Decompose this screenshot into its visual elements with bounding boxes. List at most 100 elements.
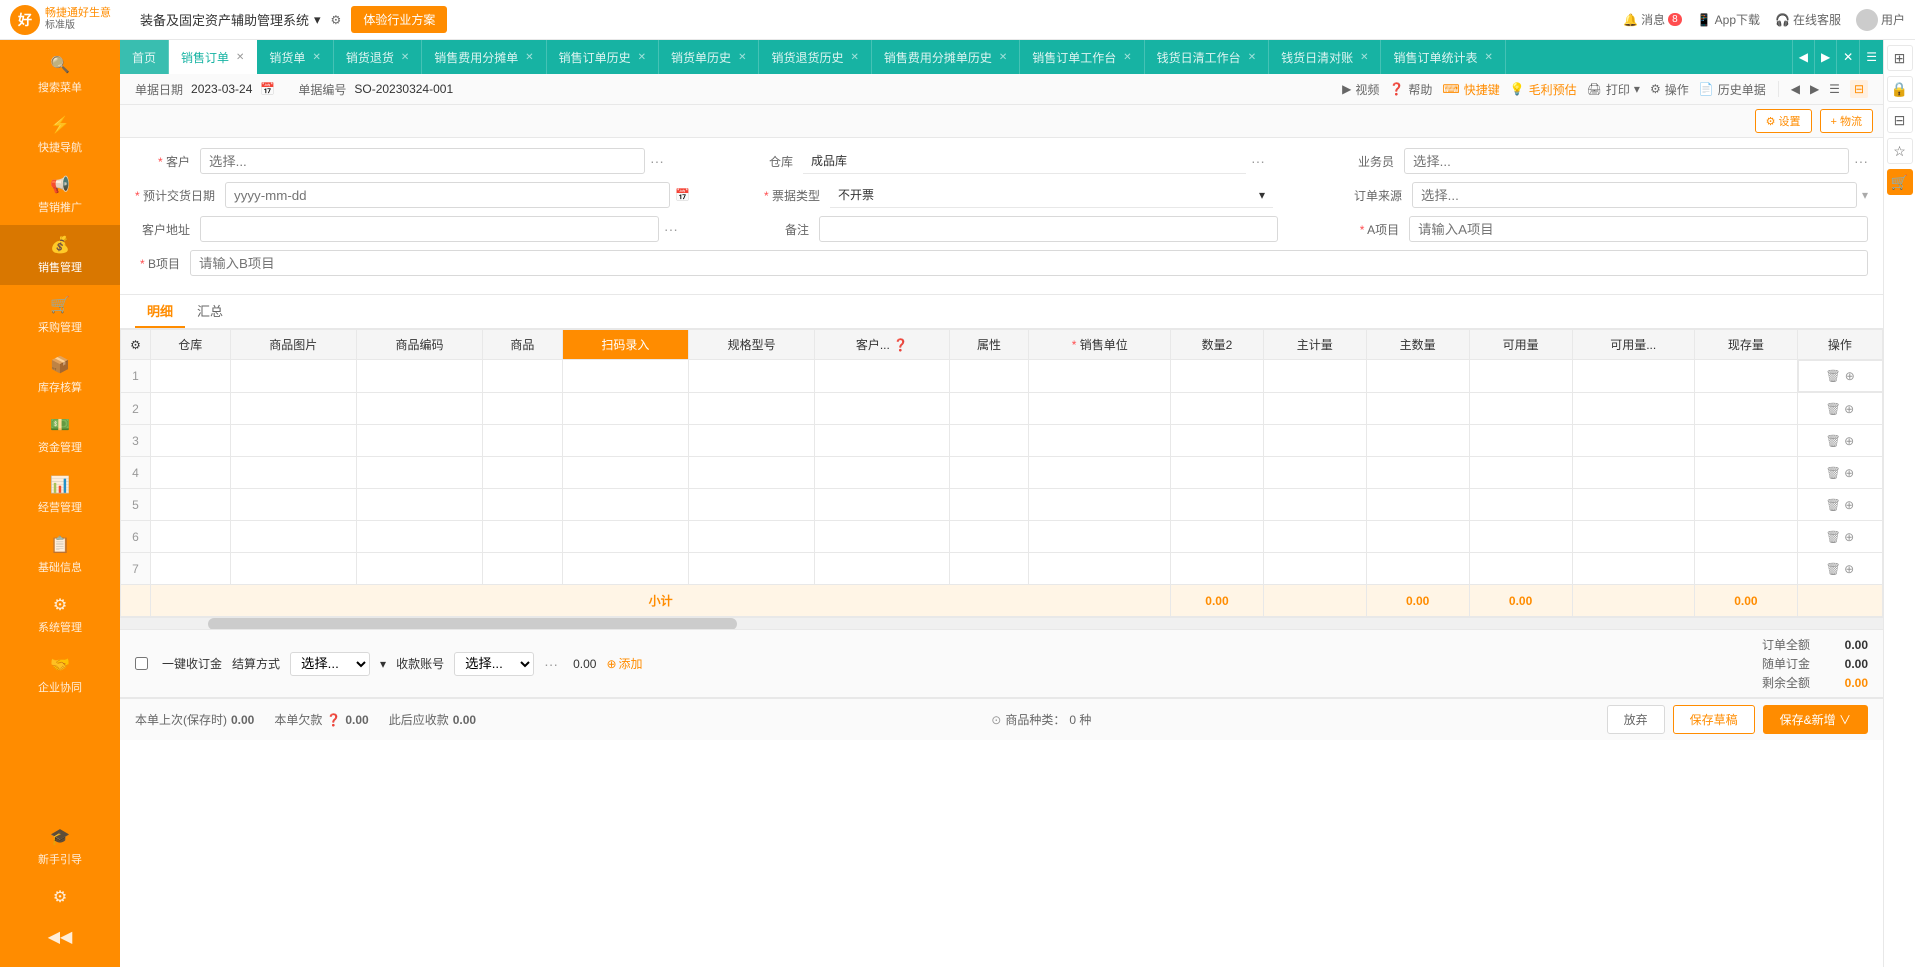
cell-image-6[interactable] bbox=[230, 521, 356, 553]
cell-munit-6[interactable] bbox=[1263, 521, 1366, 553]
rt-btn-2[interactable]: 🔒 bbox=[1887, 76, 1913, 102]
app-download-item[interactable]: 📱 App下载 bbox=[1697, 11, 1760, 28]
cell-image-4[interactable] bbox=[230, 457, 356, 489]
cell-qty2-1[interactable] bbox=[1171, 360, 1264, 393]
cell-warehouse-6[interactable] bbox=[151, 521, 231, 553]
cell-ops-6[interactable]: 🗑 ⊕ bbox=[1797, 521, 1882, 553]
tab-home[interactable]: 首页 bbox=[120, 40, 169, 74]
address-input[interactable] bbox=[200, 216, 659, 242]
cell-munit-7[interactable] bbox=[1263, 553, 1366, 585]
settings-button[interactable]: ⚙ 设置 bbox=[1755, 109, 1812, 133]
tab-detail[interactable]: 明细 bbox=[135, 295, 185, 328]
cell-warehouse-4[interactable] bbox=[151, 457, 231, 489]
cell-product-1[interactable] bbox=[483, 360, 563, 393]
cell-sku-4[interactable] bbox=[356, 457, 482, 489]
sidebar-item-finance[interactable]: 💵 资金管理 bbox=[0, 405, 120, 465]
add-payment-button[interactable]: ⊕ 添加 bbox=[606, 655, 642, 672]
tab-close-icon[interactable]: ✕ bbox=[525, 52, 533, 63]
sidebar-item-inventory[interactable]: 📦 库存核算 bbox=[0, 345, 120, 405]
tab-menu[interactable]: ☰ bbox=[1859, 40, 1883, 74]
online-service-item[interactable]: 🎧 在线客服 bbox=[1775, 11, 1841, 28]
cell-mqty-7[interactable] bbox=[1366, 553, 1469, 585]
system-title[interactable]: 装备及固定资产辅助管理系统 ▾ bbox=[140, 10, 321, 29]
copy-icon-1[interactable]: ⊕ bbox=[1845, 369, 1855, 383]
tab-close-all[interactable]: ✕ bbox=[1836, 40, 1859, 74]
cell-stock-2[interactable] bbox=[1694, 393, 1797, 425]
cell-warehouse-1[interactable] bbox=[151, 360, 231, 393]
cell-product-3[interactable] bbox=[483, 425, 563, 457]
cell-spec-2[interactable] bbox=[688, 393, 814, 425]
cell-ops-2[interactable]: 🗑 ⊕ bbox=[1797, 393, 1882, 425]
cell-avail-1[interactable] bbox=[1469, 360, 1572, 393]
cell-mqty-1[interactable] bbox=[1366, 360, 1469, 393]
tab-sales-order[interactable]: 销售订单 ✕ bbox=[169, 40, 257, 74]
cell-sku-3[interactable] bbox=[356, 425, 482, 457]
toolbar-help[interactable]: ❓ 帮助 bbox=[1389, 81, 1432, 98]
cell-avail-7[interactable] bbox=[1469, 553, 1572, 585]
tab-daily-workbench[interactable]: 钱货日清工作台 ✕ bbox=[1145, 40, 1269, 74]
settings-icon[interactable]: ⚙ bbox=[331, 13, 342, 27]
tab-summary[interactable]: 汇总 bbox=[185, 295, 235, 328]
cell-stock-1[interactable] bbox=[1694, 360, 1797, 393]
cell-mqty-2[interactable] bbox=[1366, 393, 1469, 425]
toolbar-history[interactable]: 📄 历史单据 bbox=[1699, 81, 1766, 98]
cell-product-2[interactable] bbox=[483, 393, 563, 425]
rt-btn-5[interactable]: 🛒 bbox=[1887, 169, 1913, 195]
sidebar-item-guide[interactable]: 🎓 新手引导 bbox=[0, 817, 120, 877]
order-source-dropdown-icon[interactable]: ▾ bbox=[1862, 188, 1868, 202]
copy-icon-3[interactable]: ⊕ bbox=[1844, 434, 1854, 448]
tab-order-history[interactable]: 销售订单历史 ✕ bbox=[547, 40, 659, 74]
cell-avail-3[interactable] bbox=[1469, 425, 1572, 457]
cell-warehouse-3[interactable] bbox=[151, 425, 231, 457]
tab-next-arrow[interactable]: ▶ bbox=[1814, 40, 1836, 74]
help-col-icon[interactable]: ❓ bbox=[893, 338, 908, 352]
tab-close-icon[interactable]: ✕ bbox=[401, 52, 409, 63]
cell-attr-7[interactable] bbox=[949, 553, 1029, 585]
cell-scan-1[interactable] bbox=[562, 360, 688, 393]
cell-mqty-5[interactable] bbox=[1366, 489, 1469, 521]
toolbar-shortcut[interactable]: ⌨ 快捷键 bbox=[1442, 81, 1499, 98]
cell-customer-7[interactable] bbox=[815, 553, 950, 585]
cell-sku-2[interactable] bbox=[356, 393, 482, 425]
add-goods-button[interactable]: + 物流 bbox=[1820, 109, 1873, 133]
cell-image-2[interactable] bbox=[230, 393, 356, 425]
save-draft-button[interactable]: 保存草稿 bbox=[1673, 705, 1755, 734]
cell-image-3[interactable] bbox=[230, 425, 356, 457]
cell-scan-2[interactable] bbox=[562, 393, 688, 425]
tab-prev-arrow[interactable]: ◀ bbox=[1792, 40, 1814, 74]
toolbar-video[interactable]: ▶ 视频 bbox=[1342, 81, 1379, 98]
salesperson-ellipsis[interactable]: ··· bbox=[1854, 153, 1868, 169]
sidebar-settings[interactable]: ⚙ bbox=[0, 877, 120, 917]
cell-stock-6[interactable] bbox=[1694, 521, 1797, 553]
tab-order-workbench[interactable]: 销售订单工作台 ✕ bbox=[1020, 40, 1144, 74]
save-new-button[interactable]: 保存&新增 ∨ bbox=[1763, 705, 1868, 734]
cell-qty2-5[interactable] bbox=[1171, 489, 1264, 521]
tab-return-history[interactable]: 销货退货历史 ✕ bbox=[759, 40, 871, 74]
cell-attr-2[interactable] bbox=[949, 393, 1029, 425]
a-project-input[interactable] bbox=[1409, 216, 1868, 242]
calendar2-icon[interactable]: 📅 bbox=[675, 188, 690, 202]
quickpay-checkbox[interactable] bbox=[135, 657, 148, 670]
cell-scan-7[interactable] bbox=[562, 553, 688, 585]
grid-view-icon[interactable]: ☰ bbox=[1829, 82, 1840, 96]
cell-mqty-4[interactable] bbox=[1366, 457, 1469, 489]
delete-icon-1[interactable]: 🗑 bbox=[1826, 369, 1841, 383]
cell-product-6[interactable] bbox=[483, 521, 563, 553]
cell-munit-2[interactable] bbox=[1263, 393, 1366, 425]
tab-close-icon[interactable]: ✕ bbox=[236, 52, 244, 63]
split-view-icon[interactable]: ⊟ bbox=[1850, 80, 1868, 98]
cell-customer-5[interactable] bbox=[815, 489, 950, 521]
col-scan[interactable]: 扫码录入 bbox=[562, 330, 688, 360]
cell-avail-5[interactable] bbox=[1469, 489, 1572, 521]
tab-close-icon[interactable]: ✕ bbox=[1360, 52, 1368, 63]
cell-scan-5[interactable] bbox=[562, 489, 688, 521]
cell-avail-6[interactable] bbox=[1469, 521, 1572, 553]
cell-mqty-3[interactable] bbox=[1366, 425, 1469, 457]
copy-icon-2[interactable]: ⊕ bbox=[1844, 402, 1854, 416]
delete-icon-2[interactable]: 🗑 bbox=[1826, 402, 1841, 416]
cell-customer-1[interactable] bbox=[815, 360, 950, 393]
warehouse-ellipsis[interactable]: ··· bbox=[1251, 153, 1265, 169]
cell-warehouse-7[interactable] bbox=[151, 553, 231, 585]
tab-close-icon[interactable]: ✕ bbox=[1248, 52, 1256, 63]
collection-ellipsis[interactable]: ··· bbox=[544, 656, 558, 672]
